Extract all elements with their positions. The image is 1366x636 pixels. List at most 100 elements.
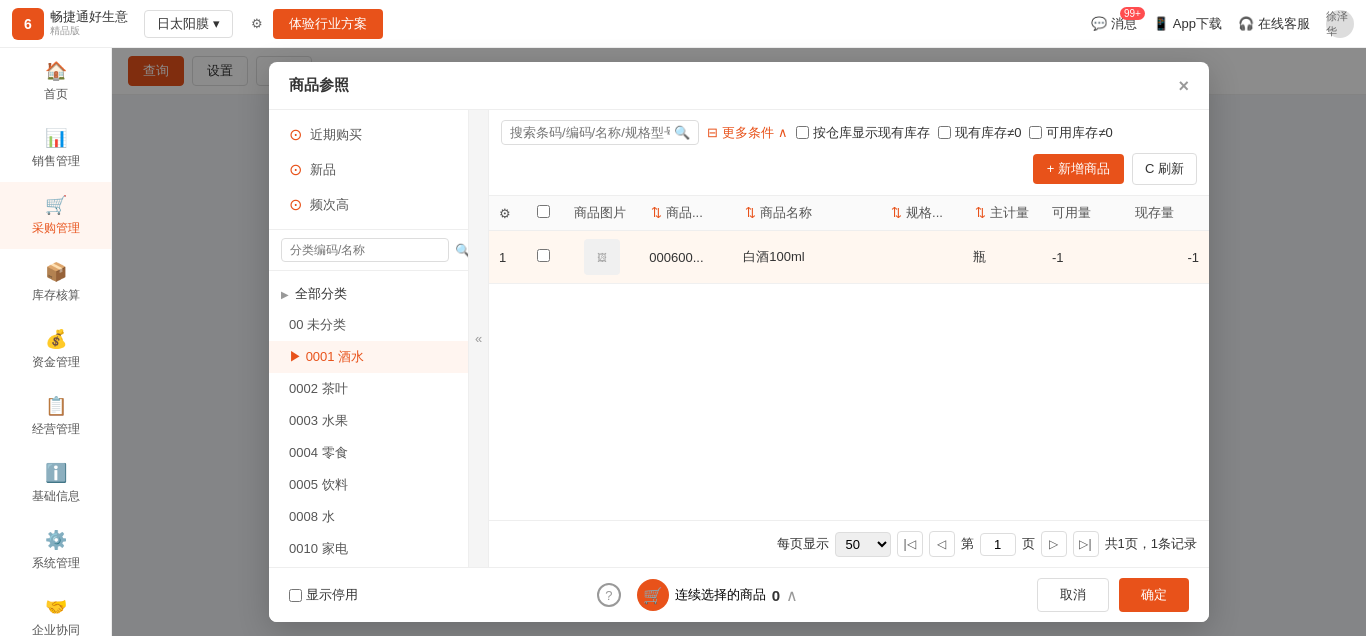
cell-avail: -1 xyxy=(1042,231,1126,284)
sidebar-item-basic-info[interactable]: ℹ️ 基础信息 xyxy=(0,450,111,517)
confirm-button[interactable]: 确定 xyxy=(1119,578,1189,612)
modal-title: 商品参照 xyxy=(289,76,349,95)
category-all-header[interactable]: ▶ 全部分类 xyxy=(269,279,468,309)
page-number-input[interactable] xyxy=(980,533,1016,556)
sidebar-item-enterprise[interactable]: 🤝 企业协同 xyxy=(0,584,111,636)
chevron-down-icon: ▾ xyxy=(213,16,220,31)
sidebar-item-system[interactable]: ⚙️ 系统管理 xyxy=(0,517,111,584)
page-last-button[interactable]: ▷| xyxy=(1073,531,1099,557)
system-icon: ⚙️ xyxy=(45,529,67,551)
topbar-right: 💬 消息 99+ 📱 App下载 🎧 在线客服 徐泽华 xyxy=(1091,10,1354,38)
modal-body: ⊙ 近期购买 ⊙ 新品 ⊙ 频次高 xyxy=(269,110,1209,567)
checkbox-warehouse[interactable] xyxy=(796,126,809,139)
collapse-up-icon[interactable]: ∧ xyxy=(786,586,798,605)
checkbox-stock-ne0[interactable] xyxy=(938,126,951,139)
footer-actions: 取消 确定 xyxy=(1037,578,1189,612)
sidebar-item-home[interactable]: 🏠 首页 xyxy=(0,48,111,115)
product-panel: 🔍 ⊟ 更多条件 ∧ 按仓库显示现有库存 xyxy=(489,110,1209,567)
show-disabled-label[interactable]: 显示停用 xyxy=(289,586,358,604)
filter-button[interactable]: ⊟ 更多条件 ∧ xyxy=(707,124,788,142)
product-search-box: 🔍 xyxy=(501,120,699,145)
sidebar-label-operations: 经营管理 xyxy=(32,421,80,438)
cancel-button[interactable]: 取消 xyxy=(1037,578,1109,612)
search-icon[interactable]: 🔍 xyxy=(674,125,690,140)
sidebar-label-finance: 资金管理 xyxy=(32,354,80,371)
message-item[interactable]: 💬 消息 99+ xyxy=(1091,15,1137,33)
logo-subtitle: 精品版 xyxy=(50,24,128,38)
checkbox-avail-ne0-label[interactable]: 可用库存≠0 xyxy=(1029,124,1112,142)
refresh-button[interactable]: C 刷新 xyxy=(1132,153,1197,185)
page-prev-button[interactable]: ◁ xyxy=(929,531,955,557)
help-circle-icon: ? xyxy=(597,583,621,607)
sidebar-item-purchase[interactable]: 🛒 采购管理 xyxy=(0,182,111,249)
logo-title: 畅捷通好生意 xyxy=(50,9,128,25)
new-product-label: 新品 xyxy=(310,161,336,179)
sort-spec-icon: ⇅ xyxy=(891,205,902,220)
product-search-input[interactable] xyxy=(510,125,670,140)
cell-stock: -1 xyxy=(1125,231,1209,284)
cart-icon: 🛒 xyxy=(637,579,669,611)
col-header-code: ⇅ 商品... xyxy=(639,196,733,231)
enterprise-icon: 🤝 xyxy=(45,596,67,618)
gear-icon[interactable]: ⚙ xyxy=(499,206,511,221)
product-table: ⚙ 商品图片 xyxy=(489,196,1209,284)
filter-label: 更多条件 xyxy=(722,124,774,142)
app-download-item[interactable]: 📱 App下载 xyxy=(1153,15,1222,33)
col-header-unit: ⇅ 主计量 xyxy=(963,196,1042,231)
pagination-bar: 每页显示 50 100 200 |◁ ◁ 第 页 ▷ xyxy=(489,520,1209,567)
sidebar-item-sales[interactable]: 📊 销售管理 xyxy=(0,115,111,182)
category-item-0004[interactable]: 0004 零食 xyxy=(269,437,468,469)
page-first-button[interactable]: |◁ xyxy=(897,531,923,557)
home-icon: 🏠 xyxy=(45,60,67,82)
new-product-item[interactable]: ⊙ 新品 xyxy=(281,153,456,186)
page-next-button[interactable]: ▷ xyxy=(1041,531,1067,557)
table-body: 1 🖼 xyxy=(489,231,1209,284)
industry-solution-button[interactable]: 体验行业方案 xyxy=(273,9,383,39)
cat-0001-label: 0001 酒水 xyxy=(306,349,365,364)
category-item-0001[interactable]: ▶ 0001 酒水 xyxy=(269,341,468,373)
table-row[interactable]: 1 🖼 xyxy=(489,231,1209,284)
per-page-select[interactable]: 50 100 200 xyxy=(835,532,891,557)
high-frequency-item[interactable]: ⊙ 频次高 xyxy=(281,188,456,221)
category-item-0005[interactable]: 0005 饮料 xyxy=(269,469,468,501)
nav-dropdown[interactable]: 日太阳膜 ▾ xyxy=(144,10,233,38)
inventory-icon: 📦 xyxy=(45,261,67,283)
nav-dropdown-label: 日太阳膜 xyxy=(157,15,209,33)
checkbox-avail-ne0[interactable] xyxy=(1029,126,1042,139)
recent-purchase-item[interactable]: ⊙ 近期购买 xyxy=(281,118,456,151)
modal-header: 商品参照 × xyxy=(269,62,1209,110)
category-search-icon[interactable]: 🔍 xyxy=(455,243,469,258)
modal-close-button[interactable]: × xyxy=(1178,77,1189,95)
settings-icon[interactable]: ⚙ xyxy=(241,8,273,40)
help-icon-button[interactable]: ? xyxy=(597,583,621,607)
show-disabled-checkbox[interactable] xyxy=(289,589,302,602)
sidebar-label-sales: 销售管理 xyxy=(32,153,80,170)
category-item-0003[interactable]: 0003 水果 xyxy=(269,405,468,437)
category-search-input[interactable] xyxy=(281,238,449,262)
row-checkbox[interactable] xyxy=(537,249,550,262)
category-item-0008[interactable]: 0008 水 xyxy=(269,501,468,533)
purchase-icon: 🛒 xyxy=(45,194,67,216)
category-item-0010[interactable]: 0010 家电 xyxy=(269,533,468,565)
checkbox-warehouse-text: 按仓库显示现有库存 xyxy=(813,124,930,142)
col-header-avail: 可用量 xyxy=(1042,196,1126,231)
sidebar-item-finance[interactable]: 💰 资金管理 xyxy=(0,316,111,383)
cell-name: 白酒100ml xyxy=(733,231,879,284)
col-header-check xyxy=(527,196,565,231)
collapse-panel-button[interactable]: « xyxy=(469,110,489,567)
sidebar-item-operations[interactable]: 📋 经营管理 xyxy=(0,383,111,450)
add-product-button[interactable]: + 新增商品 xyxy=(1033,154,1124,184)
new-product-icon: ⊙ xyxy=(289,160,302,179)
checkbox-stock-ne0-label[interactable]: 现有库存≠0 xyxy=(938,124,1021,142)
avatar[interactable]: 徐泽华 xyxy=(1326,10,1354,38)
sidebar-label-home: 首页 xyxy=(44,86,68,103)
select-all-checkbox[interactable] xyxy=(537,205,550,218)
cell-seq: 1 xyxy=(489,231,527,284)
checkbox-warehouse-label[interactable]: 按仓库显示现有库存 xyxy=(796,124,930,142)
cat-0010-label: 0010 家电 xyxy=(289,541,348,556)
continuous-select-area[interactable]: 🛒 连续选择的商品 0 ∧ xyxy=(637,579,798,611)
category-item-0002[interactable]: 0002 茶叶 xyxy=(269,373,468,405)
online-service-item[interactable]: 🎧 在线客服 xyxy=(1238,15,1310,33)
sidebar-item-inventory[interactable]: 📦 库存核算 xyxy=(0,249,111,316)
category-item-00[interactable]: 00 未分类 xyxy=(269,309,468,341)
